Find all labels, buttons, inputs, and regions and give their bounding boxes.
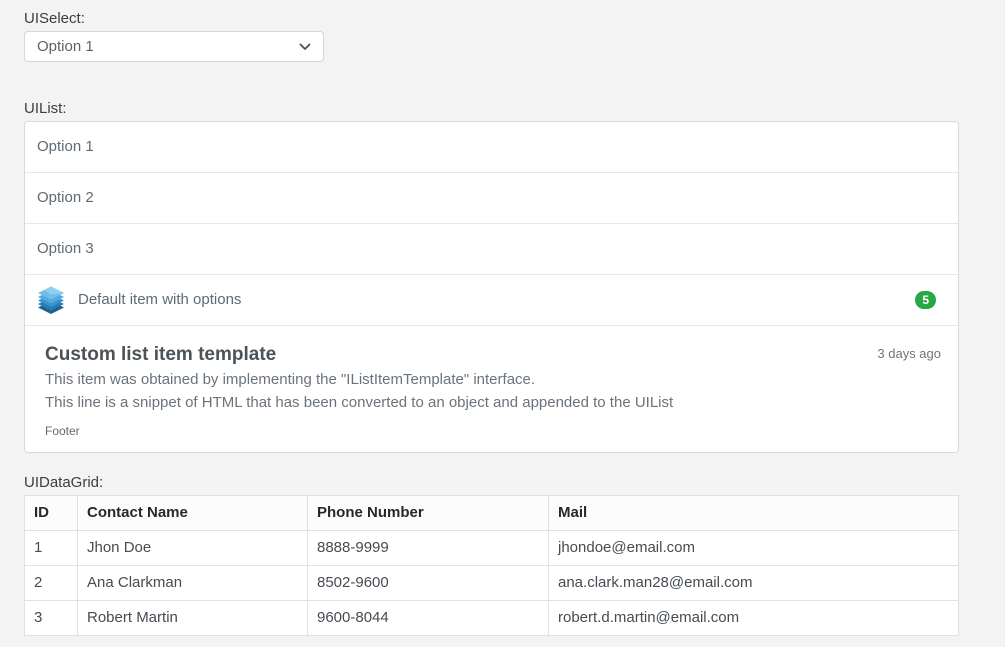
list-item-option-2[interactable]: Option 2	[25, 173, 958, 224]
components-demo-page: UISelect: Option 1 UIList: Option 1 Opti…	[0, 0, 983, 636]
cell-mail: ana.clark.man28@email.com	[548, 565, 959, 601]
uidatagrid-label: UIDataGrid:	[24, 474, 104, 491]
uiselect-section: UISelect: Option 1	[24, 10, 983, 62]
cell-phone-number: 8888-9999	[307, 530, 549, 566]
table-row[interactable]: 3 Robert Martin 9600-8044 robert.d.marti…	[24, 600, 959, 636]
cell-phone-number: 8502-9600	[307, 565, 549, 601]
cell-mail: jhondoe@email.com	[548, 530, 959, 566]
custom-item-header: Custom list item template 3 days ago	[45, 341, 941, 368]
custom-item-line-2: This line is a snippet of HTML that has …	[45, 394, 674, 411]
column-header-contact-name[interactable]: Contact Name	[77, 495, 308, 531]
chevron-down-icon	[299, 43, 311, 51]
table-row[interactable]: 1 Jhon Doe 8888-9999 jhondoe@email.com	[24, 530, 959, 566]
cell-contact-name: Jhon Doe	[77, 530, 308, 566]
uilist: Option 1 Option 2 Option 3 Default item …	[24, 121, 959, 453]
custom-item-timestamp: 3 days ago	[877, 346, 941, 361]
custom-item-footer: Footer	[45, 424, 80, 438]
list-item-default-with-options[interactable]: Default item with options 5	[25, 275, 958, 326]
list-item-option-3[interactable]: Option 3	[25, 224, 958, 275]
cell-contact-name: Ana Clarkman	[77, 565, 308, 601]
list-item-custom-template[interactable]: Custom list item template 3 days ago Thi…	[25, 326, 958, 452]
column-header-id[interactable]: ID	[24, 495, 78, 531]
uilist-section: UIList: Option 1 Option 2 Option 3 Defau…	[24, 100, 983, 453]
column-header-mail[interactable]: Mail	[548, 495, 959, 531]
count-badge: 5	[915, 291, 936, 309]
uiselect-label: UISelect:	[24, 10, 85, 27]
uilist-label: UIList:	[24, 100, 67, 117]
column-header-phone-number[interactable]: Phone Number	[307, 495, 549, 531]
table-row[interactable]: 2 Ana Clarkman 8502-9600 ana.clark.man28…	[24, 565, 959, 601]
layers-icon	[37, 286, 65, 314]
custom-item-line-1: This item was obtained by implementing t…	[45, 371, 536, 388]
list-item-label: Default item with options	[78, 291, 242, 308]
uidatagrid: ID Contact Name Phone Number Mail 1 Jhon…	[24, 495, 959, 636]
uiselect-dropdown[interactable]: Option 1	[24, 31, 324, 62]
cell-id: 1	[24, 530, 78, 566]
cell-mail: robert.d.martin@email.com	[548, 600, 959, 636]
cell-id: 3	[24, 600, 78, 636]
cell-contact-name: Robert Martin	[77, 600, 308, 636]
list-item-option-1[interactable]: Option 1	[25, 122, 958, 173]
uidatagrid-section: UIDataGrid: ID Contact Name Phone Number…	[24, 474, 983, 636]
cell-id: 2	[24, 565, 78, 601]
header-row: ID Contact Name Phone Number Mail	[24, 495, 959, 531]
custom-item-title: Custom list item template	[45, 344, 277, 365]
uiselect-selected-value: Option 1	[37, 38, 94, 55]
cell-phone-number: 9600-8044	[307, 600, 549, 636]
